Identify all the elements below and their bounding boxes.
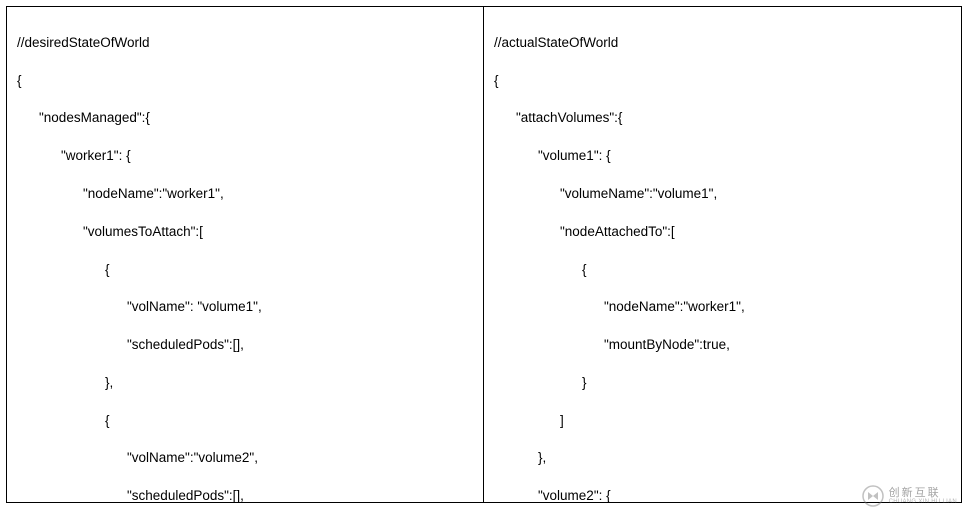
left-pane-desired-state: //desiredStateOfWorld { "nodesManaged":{… (7, 7, 484, 502)
code-line: "nodeAttachedTo":[ (494, 223, 953, 242)
code-line: "attachVolumes":{ (494, 109, 953, 128)
watermark-logo-icon (861, 484, 885, 508)
watermark-text: 创新互联 CHUANG XIN HU LIAN (889, 488, 957, 505)
watermark: 创新互联 CHUANG XIN HU LIAN (861, 484, 957, 508)
code-line: } (494, 374, 953, 393)
code-line: "nodeName":"worker1", (17, 185, 475, 204)
watermark-en-label: CHUANG XIN HU LIAN (889, 499, 957, 505)
code-line: "worker1": { (17, 147, 475, 166)
code-line: "volumeName":"volume1", (494, 185, 953, 204)
watermark-cn-label: 创新互联 (889, 488, 957, 499)
code-line: "volName": "volume1", (17, 298, 475, 317)
code-line: { (494, 72, 953, 91)
code-comparison-container: //desiredStateOfWorld { "nodesManaged":{… (6, 6, 962, 503)
code-line: "nodesManaged":{ (17, 109, 475, 128)
code-line: "nodeName":"worker1", (494, 298, 953, 317)
code-line: "scheduledPods":[], (17, 336, 475, 355)
right-pane-actual-state: //actualStateOfWorld { "attachVolumes":{… (484, 7, 961, 502)
code-line: { (494, 261, 953, 280)
code-line: "scheduledPods":[], (17, 487, 475, 502)
code-line: "volName":"volume2", (17, 449, 475, 468)
code-line: { (17, 261, 475, 280)
code-line: ] (494, 412, 953, 431)
code-line: "volume1": { (494, 147, 953, 166)
code-line: }, (17, 374, 475, 393)
code-line: { (17, 72, 475, 91)
code-line: "mountByNode":true, (494, 336, 953, 355)
code-line: "volumesToAttach":[ (17, 223, 475, 242)
code-line: }, (494, 449, 953, 468)
code-line: //desiredStateOfWorld (17, 34, 475, 53)
code-line: { (17, 412, 475, 431)
code-line: //actualStateOfWorld (494, 34, 953, 53)
